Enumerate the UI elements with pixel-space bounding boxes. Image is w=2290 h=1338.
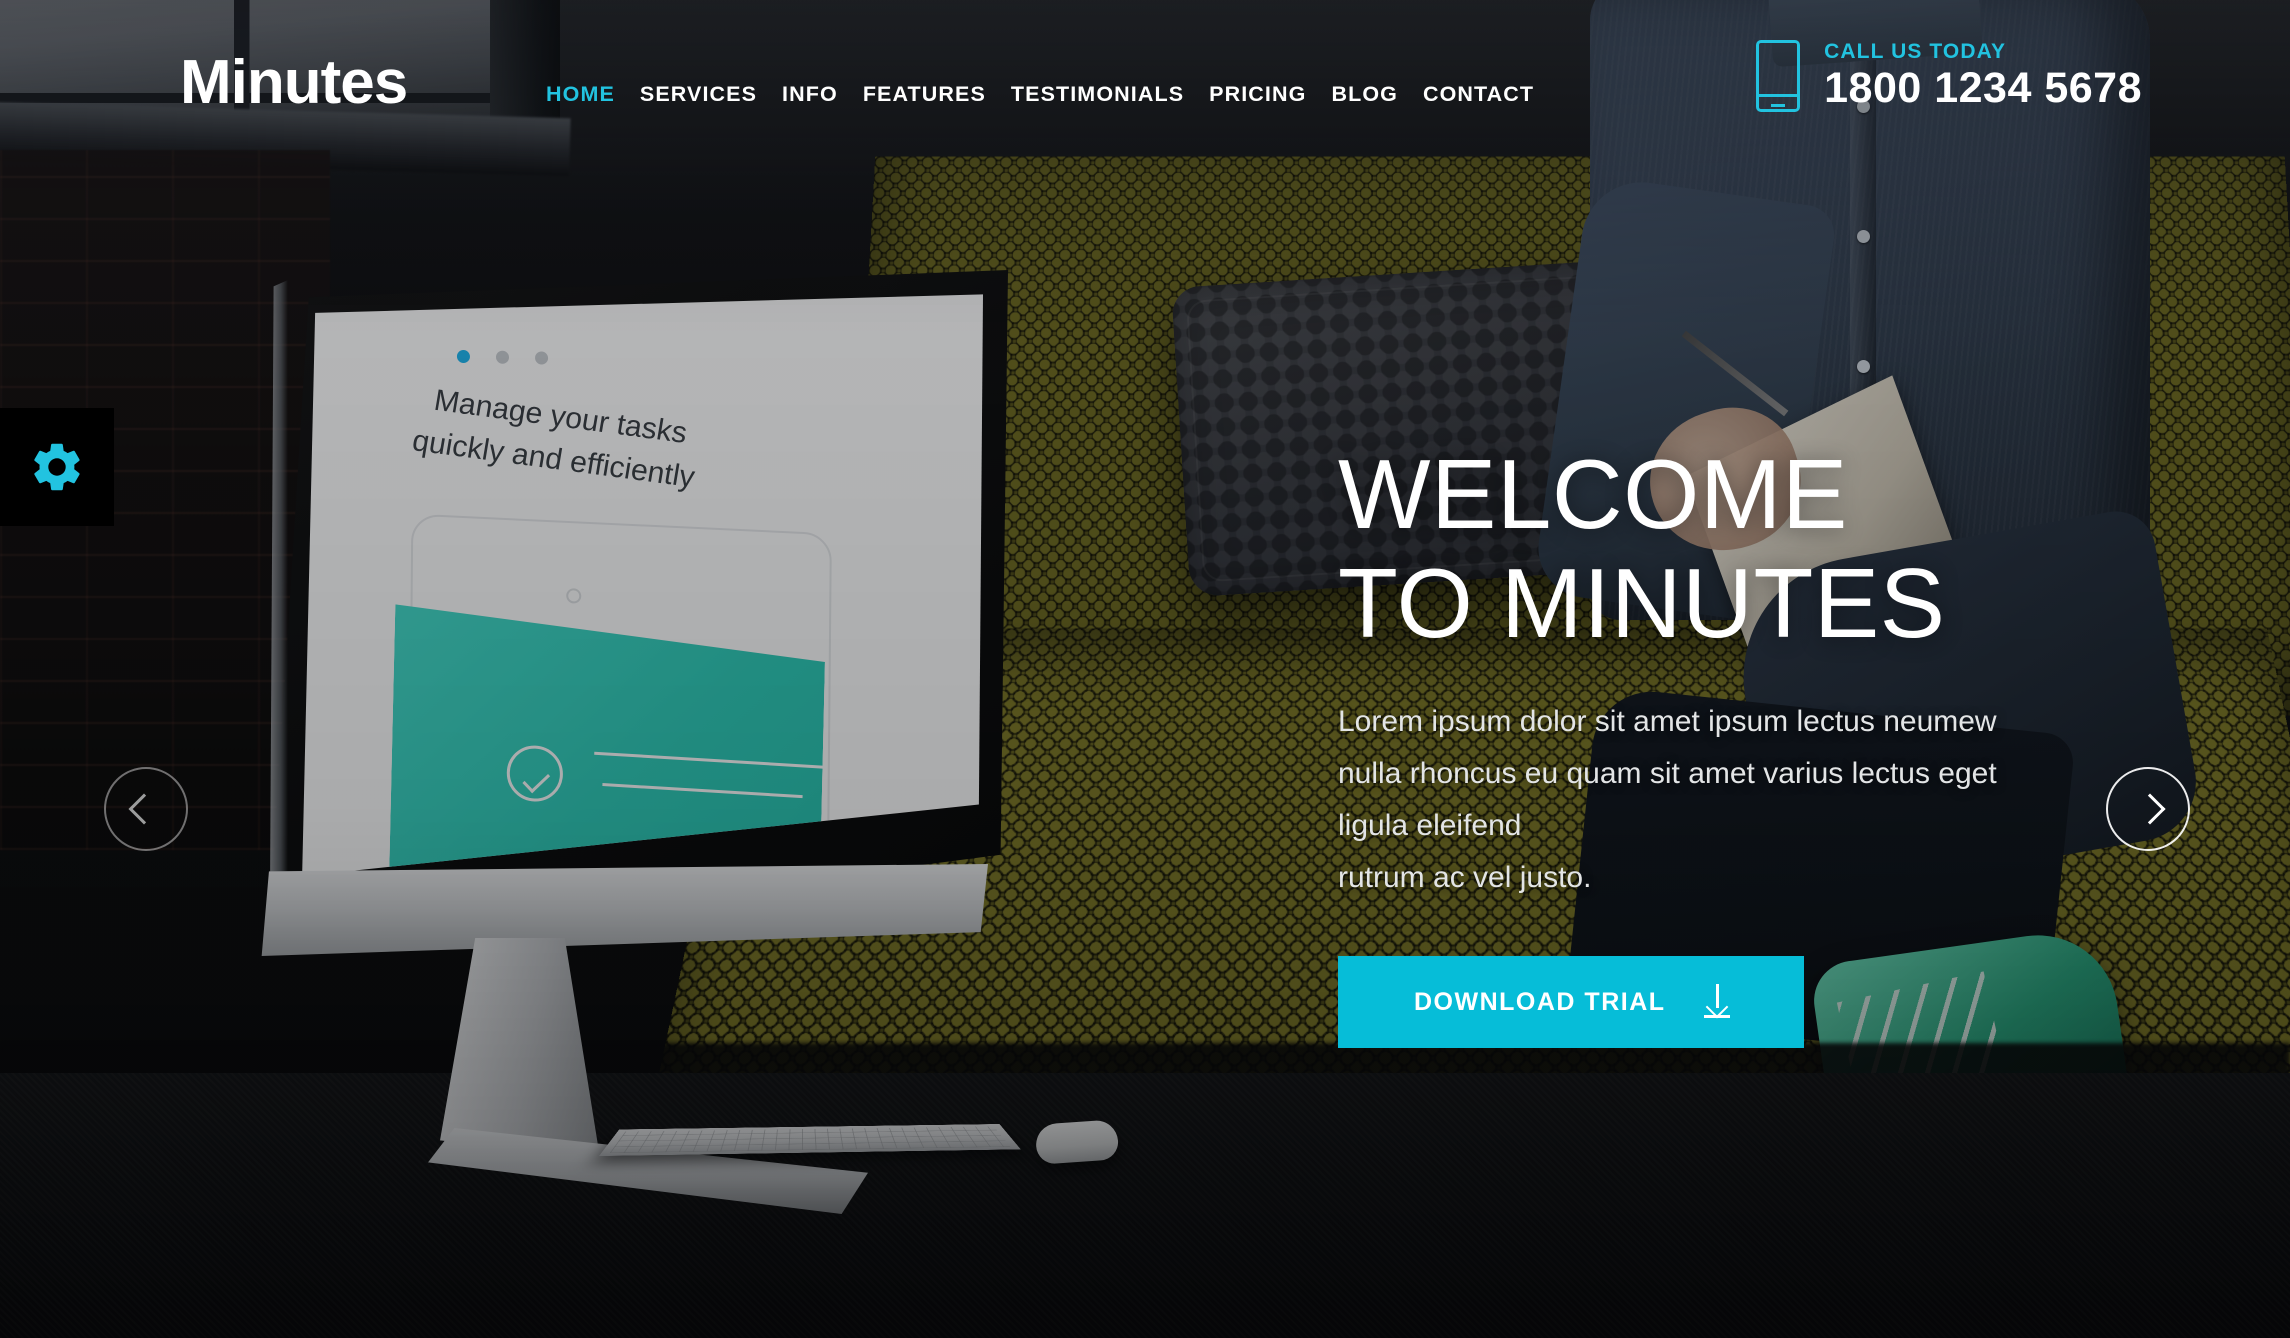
carousel-next-button[interactable]: [2106, 767, 2190, 851]
screen-headline: Manage your tasks quickly and efficientl…: [410, 383, 698, 494]
hero-paragraph-line1: Lorem ipsum dolor sit amet ipsum lectus …: [1338, 704, 1997, 842]
slider-dot-3[interactable]: [535, 351, 549, 365]
call-us-text: CALL US TODAY 1800 1234 5678: [1824, 40, 2142, 111]
chevron-left-icon: [128, 793, 160, 825]
hero-slider-page: Manage your tasks quickly and efficientl…: [0, 0, 2290, 1338]
hero-title-line1: WELCOME: [1338, 439, 1848, 549]
gear-icon: [34, 443, 80, 491]
download-trial-button[interactable]: DOWNLOAD TRIAL: [1338, 956, 1804, 1049]
hero-content: WELCOME TO MINUTES Lorem ipsum dolor sit…: [1338, 440, 2098, 1049]
main-navigation: HOME SERVICES INFO FEATURES TESTIMONIALS…: [546, 82, 1534, 107]
settings-toggle-panel[interactable]: [0, 408, 114, 526]
mouse: [1034, 1119, 1120, 1165]
carpet-floor: [0, 1073, 2290, 1338]
nav-item-info[interactable]: INFO: [782, 82, 838, 107]
shirt-button: [1857, 230, 1870, 243]
nav-item-contact[interactable]: CONTACT: [1423, 82, 1534, 107]
hero-title: WELCOME TO MINUTES: [1338, 440, 2098, 658]
slider-dot-1[interactable]: [456, 349, 470, 364]
chevron-right-icon: [2134, 793, 2166, 825]
screen-content: Manage your tasks quickly and efficientl…: [298, 294, 983, 877]
shirt-button: [1857, 360, 1870, 373]
download-arrow-icon: [1702, 984, 1732, 1020]
imac-screen: Manage your tasks quickly and efficientl…: [298, 294, 983, 877]
imac-chin: [261, 864, 988, 956]
hero-title-line2: TO MINUTES: [1338, 547, 1946, 658]
slider-dot-2[interactable]: [495, 350, 510, 364]
phone-number[interactable]: 1800 1234 5678: [1824, 66, 2142, 111]
nav-item-pricing[interactable]: PRICING: [1209, 82, 1306, 107]
nav-item-blog[interactable]: BLOG: [1331, 82, 1398, 107]
site-logo[interactable]: Minutes: [180, 52, 408, 114]
imac-bezel-highlight: [270, 280, 288, 920]
carousel-prev-button[interactable]: [104, 767, 188, 851]
nav-item-testimonials[interactable]: TESTIMONIALS: [1011, 82, 1184, 107]
mobile-phone-icon: [1756, 40, 1801, 112]
download-trial-label: DOWNLOAD TRIAL: [1414, 987, 1666, 1016]
nav-item-services[interactable]: SERVICES: [640, 82, 757, 107]
slider-dots[interactable]: [456, 349, 549, 365]
nav-item-features[interactable]: FEATURES: [863, 82, 986, 107]
hero-paragraph-line2: rutrum ac vel justo.: [1338, 861, 1592, 895]
site-header: Minutes HOME SERVICES INFO FEATURES TEST…: [0, 0, 2290, 160]
nav-item-home[interactable]: HOME: [546, 82, 615, 107]
imac-device-mockup: Manage your tasks quickly and efficientl…: [261, 270, 1008, 1214]
call-us-label: CALL US TODAY: [1824, 40, 2007, 64]
call-us-block[interactable]: CALL US TODAY 1800 1234 5678: [1756, 40, 2142, 112]
